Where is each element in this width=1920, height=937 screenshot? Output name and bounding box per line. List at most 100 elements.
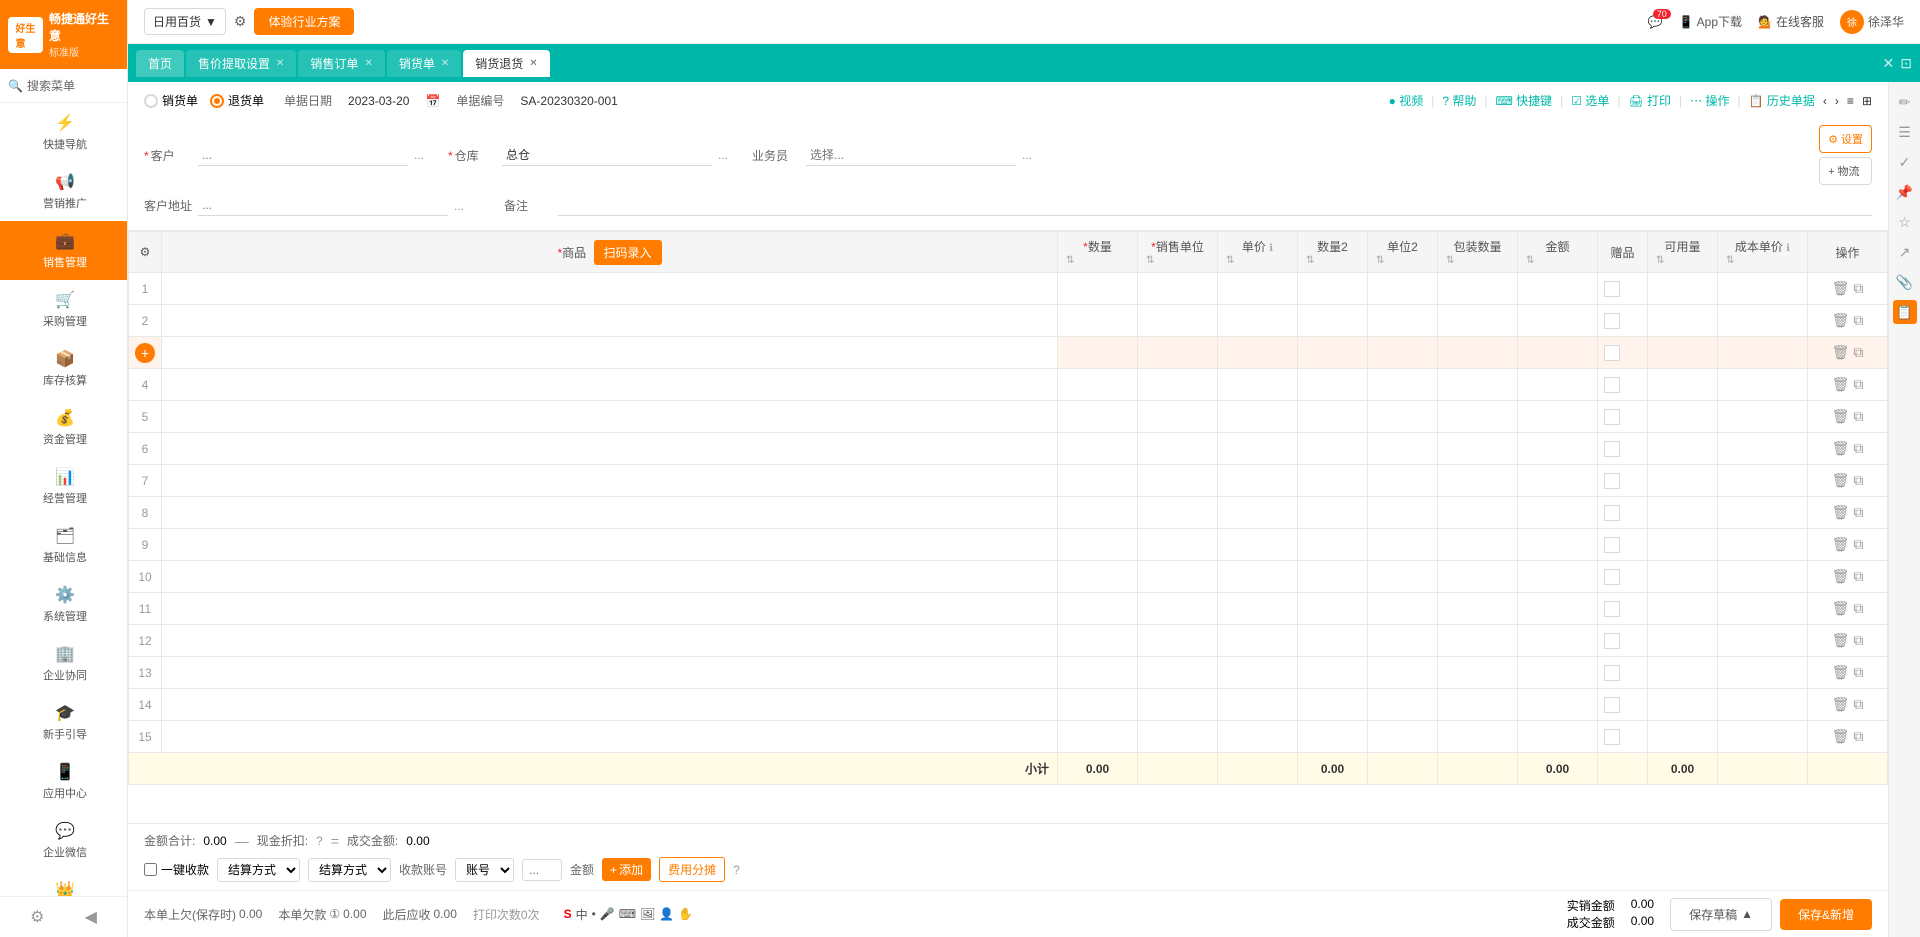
close-tab-button[interactable]: ✕: [1883, 55, 1895, 72]
calendar-icon[interactable]: 📅: [425, 94, 440, 108]
discount-help-icon[interactable]: ?: [316, 834, 323, 848]
grid-view-btn[interactable]: ⊞: [1862, 94, 1872, 108]
list-view-btn[interactable]: ≡: [1847, 94, 1854, 108]
address-dots[interactable]: ...: [454, 199, 464, 213]
copy-row-7[interactable]: ⧉: [1853, 472, 1863, 489]
right-icon-share[interactable]: ↗: [1893, 240, 1917, 264]
right-icon-edit[interactable]: ✏: [1893, 90, 1917, 114]
print-btn[interactable]: 🖨 打印: [1628, 92, 1671, 109]
gift-checkbox-6[interactable]: [1604, 441, 1620, 457]
gift-checkbox-13[interactable]: [1604, 665, 1620, 681]
sidebar-item-purchase[interactable]: 🛒 采购管理: [0, 280, 127, 339]
tab-sales-order[interactable]: 销售订单 ✕: [298, 50, 384, 77]
select-order-btn[interactable]: ☑ 选单: [1571, 92, 1609, 109]
logistics-btn[interactable]: + 物流: [1819, 157, 1872, 185]
one-click-pay-input[interactable]: [144, 863, 157, 876]
tab-sales-return-close[interactable]: ✕: [529, 58, 537, 69]
delete-row-1[interactable]: 🗑: [1832, 280, 1850, 297]
delivery-radio[interactable]: 销货单: [144, 92, 198, 109]
daily-category-select[interactable]: 日用百货 ▼: [144, 8, 226, 35]
sidebar-search[interactable]: 🔍 搜索菜单: [0, 69, 127, 103]
add-row-cell[interactable]: +: [129, 337, 162, 369]
copy-row-12[interactable]: ⧉: [1853, 632, 1863, 649]
copy-row-15[interactable]: ⧉: [1853, 728, 1863, 745]
address-input[interactable]: [198, 195, 448, 216]
history-btn[interactable]: 📋 历史单据: [1749, 92, 1815, 109]
delete-row-7[interactable]: 🗑: [1832, 472, 1850, 489]
sidebar-settings-btn[interactable]: ⚙: [30, 907, 44, 927]
delete-row-4[interactable]: 🗑: [1832, 376, 1850, 393]
copy-row-8[interactable]: ⧉: [1853, 504, 1863, 521]
sidebar-item-enterprise[interactable]: 🏢 企业协同: [0, 634, 127, 693]
unit2-cell-1[interactable]: [1368, 273, 1438, 305]
delete-row-6[interactable]: 🗑: [1832, 440, 1850, 457]
sidebar-item-shortcuts[interactable]: ⚡ 快捷导航: [0, 103, 127, 162]
copy-row-9[interactable]: ⧉: [1853, 536, 1863, 553]
operations-btn[interactable]: ⋯ 操作: [1690, 92, 1729, 109]
save-new-button[interactable]: 保存&新增: [1780, 899, 1872, 930]
product-cell-active[interactable]: [162, 337, 1058, 369]
gift-checkbox-5[interactable]: [1604, 409, 1620, 425]
gift-checkbox-9[interactable]: [1604, 537, 1620, 553]
help-btn[interactable]: ? 帮助: [1442, 92, 1476, 109]
shortcut-btn[interactable]: ⌨ 快捷键: [1495, 92, 1552, 109]
scan-button[interactable]: 扫码录入: [594, 240, 662, 265]
sidebar-item-inventory[interactable]: 📦 库存核算: [0, 339, 127, 398]
gift-cell-1[interactable]: [1598, 273, 1648, 305]
right-icon-active[interactable]: 📋: [1893, 300, 1917, 324]
copy-row-11[interactable]: ⧉: [1853, 600, 1863, 617]
gift-checkbox-10[interactable]: [1604, 569, 1620, 585]
qty-cell-1[interactable]: [1058, 273, 1138, 305]
copy-row-14[interactable]: ⧉: [1853, 696, 1863, 713]
delete-row-10[interactable]: 🗑: [1832, 568, 1850, 585]
return-radio[interactable]: 退货单: [210, 92, 264, 109]
right-icon-pin[interactable]: 📌: [1893, 180, 1917, 204]
tab-price-setting[interactable]: 售价提取设置 ✕: [186, 50, 296, 77]
sidebar-item-apps[interactable]: 📱 应用中心: [0, 752, 127, 811]
delete-row-12[interactable]: 🗑: [1832, 632, 1850, 649]
right-icon-clip[interactable]: 📎: [1893, 270, 1917, 294]
salesman-input[interactable]: [806, 145, 1016, 166]
delete-row-13[interactable]: 🗑: [1832, 664, 1850, 681]
user-menu[interactable]: 徐 徐泽华: [1840, 10, 1904, 34]
sidebar-item-wechat[interactable]: 💬 企业微信: [0, 811, 127, 870]
fee-help-icon[interactable]: ?: [733, 863, 740, 877]
copy-row-1[interactable]: ⧉: [1853, 280, 1863, 297]
customer-dots[interactable]: ...: [414, 148, 424, 162]
gift-checkbox-2[interactable]: [1604, 313, 1620, 329]
warehouse-input[interactable]: [502, 145, 712, 166]
gift-checkbox-8[interactable]: [1604, 505, 1620, 521]
cost-price-cell-1[interactable]: [1718, 273, 1808, 305]
copy-row-5[interactable]: ⧉: [1853, 408, 1863, 425]
message-button[interactable]: 💬 70: [1648, 15, 1663, 29]
gift-checkbox-14[interactable]: [1604, 697, 1620, 713]
video-btn[interactable]: ● 视频: [1389, 92, 1424, 109]
sidebar-item-finance[interactable]: 💰 资金管理: [0, 398, 127, 457]
sidebar-item-system[interactable]: ⚙️ 系统管理: [0, 575, 127, 634]
tab-sales-delivery[interactable]: 销货单 ✕: [387, 50, 461, 77]
salesman-dots[interactable]: ...: [1022, 148, 1032, 162]
experience-button[interactable]: 体验行业方案: [254, 8, 354, 35]
sidebar-item-operations[interactable]: 📊 经营管理: [0, 457, 127, 516]
copy-row-2[interactable]: ⧉: [1853, 312, 1863, 329]
next-record-btn[interactable]: ›: [1835, 94, 1839, 108]
online-service-button[interactable]: 💁 在线客服: [1758, 13, 1824, 30]
available-cell-1[interactable]: [1648, 273, 1718, 305]
settle-method-select[interactable]: 结算方式: [217, 858, 300, 882]
gift-checkbox-active[interactable]: [1604, 345, 1620, 361]
pack-qty-cell-1[interactable]: [1438, 273, 1518, 305]
gift-checkbox-11[interactable]: [1604, 601, 1620, 617]
sidebar-item-newbie[interactable]: 🎓 新手引导: [0, 693, 127, 752]
fee-split-button[interactable]: 费用分摊: [659, 857, 725, 882]
sidebar-item-sales[interactable]: 💼 销售管理: [0, 221, 127, 280]
gift-checkbox-12[interactable]: [1604, 633, 1620, 649]
copy-row-4[interactable]: ⧉: [1853, 376, 1863, 393]
tab-home[interactable]: 首页: [136, 50, 184, 77]
copy-row-active[interactable]: ⧉: [1853, 344, 1863, 361]
delete-row-2[interactable]: 🗑: [1832, 312, 1850, 329]
app-download-button[interactable]: 📱 App下载: [1679, 13, 1742, 30]
delete-row-14[interactable]: 🗑: [1832, 696, 1850, 713]
add-payment-button[interactable]: + 添加: [602, 858, 651, 881]
account-dots-input[interactable]: [522, 859, 562, 881]
delete-row-active[interactable]: 🗑: [1832, 344, 1850, 361]
